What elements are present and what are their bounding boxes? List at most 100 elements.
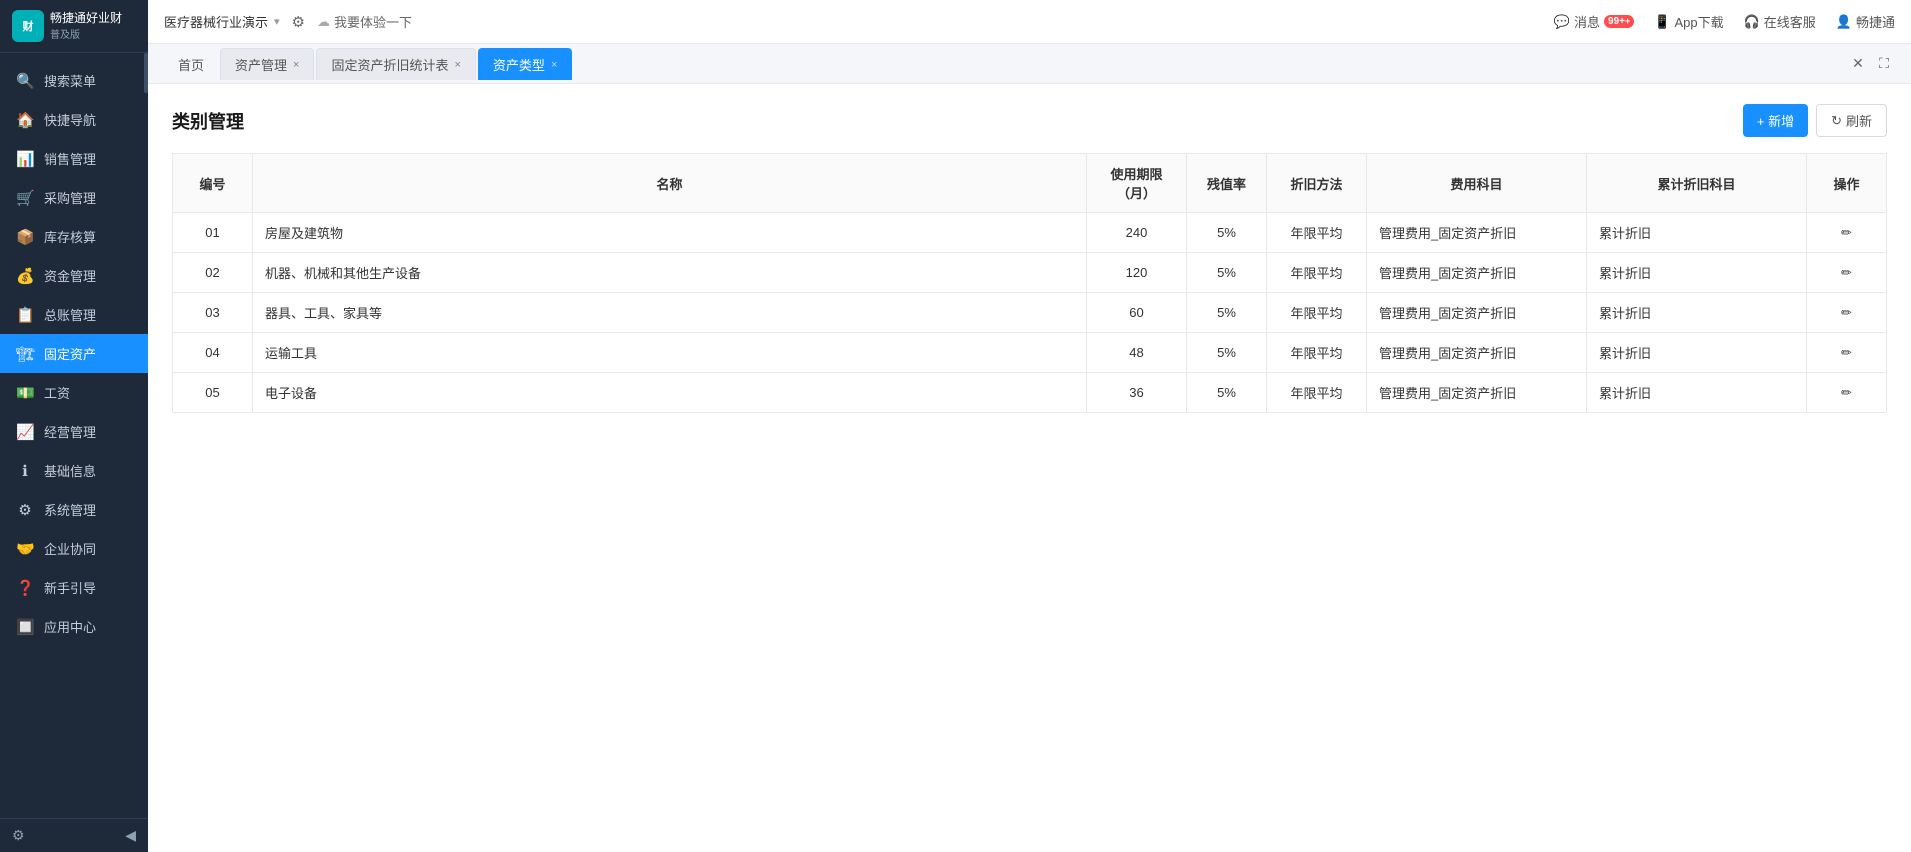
sidebar-item-label: 库存核算 (44, 227, 96, 246)
sidebar-item-label: 企业协同 (44, 539, 96, 558)
cell-operation[interactable]: ✏ (1807, 293, 1887, 333)
online-service-button[interactable]: 🎧 在线客服 (1744, 12, 1816, 31)
sidebar-item-purchase[interactable]: 🛒 采购管理 (0, 178, 148, 217)
sidebar-item-label: 总账管理 (44, 305, 96, 324)
tab-asset-management[interactable]: 资产管理 × (220, 48, 314, 80)
topbar-right-area: 💬 消息 99++ 📱 App下载 🎧 在线客服 👤 畅捷通 (1554, 12, 1895, 31)
tab-asset-type[interactable]: 资产类型 × (478, 48, 572, 80)
sidebar-item-system[interactable]: ⚙ 系统管理 (0, 490, 148, 529)
cell-operation[interactable]: ✏ (1807, 373, 1887, 413)
cell-operation[interactable]: ✏ (1807, 213, 1887, 253)
cell-name: 器具、工具、家具等 (253, 293, 1087, 333)
cell-fee: 管理费用_固定资产折旧 (1367, 213, 1587, 253)
sidebar-item-payroll[interactable]: 💵 工资 (0, 373, 148, 412)
cell-accum: 累计折旧 (1587, 333, 1807, 373)
user-menu[interactable]: 👤 畅捷通 (1836, 12, 1895, 31)
sidebar-item-ledger[interactable]: 📋 总账管理 (0, 295, 148, 334)
app-download-label: App下载 (1674, 12, 1723, 31)
cell-residual: 5% (1187, 213, 1267, 253)
basic-info-icon: ℹ (16, 462, 34, 480)
refresh-label: 刷新 (1846, 111, 1872, 130)
cell-residual: 5% (1187, 333, 1267, 373)
cell-no: 01 (173, 213, 253, 253)
fund-icon: 💰 (16, 267, 34, 285)
sidebar-item-sales[interactable]: 📊 销售管理 (0, 139, 148, 178)
enterprise-icon: 🤝 (16, 540, 34, 558)
cell-operation[interactable]: ✏ (1807, 253, 1887, 293)
cell-no: 03 (173, 293, 253, 333)
tab-asset-management-label: 资产管理 (235, 55, 287, 74)
sidebar-menu: 🔍 搜索菜单 🏠 快捷导航 📊 销售管理 🛒 采购管理 📦 库存核算 💰 资金管… (0, 57, 148, 818)
dropdown-icon: ▾ (274, 15, 280, 28)
th-fee: 费用科目 (1367, 154, 1587, 213)
app-logo: 财 畅捷通好业财 普及版 (0, 0, 148, 53)
new-button[interactable]: + 新增 (1743, 104, 1808, 137)
sidebar-item-label: 经营管理 (44, 422, 96, 441)
operations-icon: 📈 (16, 423, 34, 441)
tabbar: 首页 资产管理 × 固定资产折旧统计表 × 资产类型 × ✕ ⛶ (148, 44, 1911, 84)
messages-button[interactable]: 💬 消息 99++ (1554, 12, 1634, 31)
home-icon: 🏠 (16, 111, 34, 129)
sidebar-item-basic-info[interactable]: ℹ 基础信息 (0, 451, 148, 490)
settings-icon[interactable]: ⚙ (12, 827, 25, 844)
tab-asset-management-close[interactable]: × (293, 59, 299, 71)
headset-icon: 🎧 (1744, 14, 1760, 30)
tab-asset-type-close[interactable]: × (551, 59, 557, 71)
sidebar-item-enterprise[interactable]: 🤝 企业协同 (0, 529, 148, 568)
sidebar-item-quick-nav[interactable]: 🏠 快捷导航 (0, 100, 148, 139)
system-icon: ⚙ (16, 501, 34, 519)
collapse-sidebar-icon[interactable]: ◀ (125, 827, 136, 844)
tab-depreciation-report-close[interactable]: × (454, 59, 460, 71)
sidebar-item-inventory[interactable]: 📦 库存核算 (0, 217, 148, 256)
cell-operation[interactable]: ✏ (1807, 333, 1887, 373)
th-operation: 操作 (1807, 154, 1887, 213)
sidebar-item-operations[interactable]: 📈 经营管理 (0, 412, 148, 451)
sidebar-item-fund[interactable]: 💰 资金管理 (0, 256, 148, 295)
app-download-button[interactable]: 📱 App下载 (1654, 12, 1723, 31)
try-experience-button[interactable]: ☁ 我要体验一下 (317, 12, 412, 31)
logo-icon: 财 (12, 10, 44, 42)
table-header-row: 编号 名称 使用期限（月） 残值率 折旧方法 费用科目 累计折旧科目 操作 (173, 154, 1887, 213)
refresh-button[interactable]: ↻ 刷新 (1816, 104, 1887, 137)
sidebar-item-label: 固定资产 (44, 344, 96, 363)
sidebar-item-search[interactable]: 🔍 搜索菜单 (0, 61, 148, 100)
sidebar-item-fixed-asset[interactable]: 🏗 固定资产 (0, 334, 148, 373)
user-name: 畅捷通 (1856, 12, 1895, 31)
sidebar-item-label: 应用中心 (44, 617, 96, 636)
sidebar-item-label: 资金管理 (44, 266, 96, 285)
tab-home[interactable]: 首页 (164, 49, 218, 80)
page-actions: + 新增 ↻ 刷新 (1743, 104, 1887, 137)
cell-accum: 累计折旧 (1587, 253, 1807, 293)
cell-method: 年限平均 (1267, 293, 1367, 333)
sidebar-item-label: 快捷导航 (44, 110, 96, 129)
tab-depreciation-report[interactable]: 固定资产折旧统计表 × (316, 48, 475, 80)
cell-period: 240 (1087, 213, 1187, 253)
sidebar-item-label: 新手引导 (44, 578, 96, 597)
cell-no: 02 (173, 253, 253, 293)
page-header: 类别管理 + 新增 ↻ 刷新 (172, 104, 1887, 137)
cell-no: 04 (173, 333, 253, 373)
maximize-window-button[interactable]: ⛶ (1873, 53, 1895, 75)
sidebar-item-label: 基础信息 (44, 461, 96, 480)
main-area: 医疗器械行业演示 ▾ ⚙ ☁ 我要体验一下 💬 消息 99++ 📱 App下载 … (148, 0, 1911, 852)
table-row: 01 房屋及建筑物 240 5% 年限平均 管理费用_固定资产折旧 累计折旧 ✏ (173, 213, 1887, 253)
th-no: 编号 (173, 154, 253, 213)
ledger-icon: 📋 (16, 306, 34, 324)
category-table: 编号 名称 使用期限（月） 残值率 折旧方法 费用科目 累计折旧科目 操作 01… (172, 153, 1887, 413)
online-service-label: 在线客服 (1764, 12, 1816, 31)
sidebar-item-label: 工资 (44, 383, 70, 402)
user-avatar-icon: 👤 (1836, 14, 1852, 30)
close-window-button[interactable]: ✕ (1847, 53, 1869, 75)
company-selector[interactable]: 医疗器械行业演示 ▾ (164, 12, 280, 31)
sidebar-item-guide[interactable]: ❓ 新手引导 (0, 568, 148, 607)
app-edition: 普及版 (50, 26, 122, 41)
cell-accum: 累计折旧 (1587, 373, 1807, 413)
settings-gear-icon[interactable]: ⚙ (292, 13, 305, 31)
cell-name: 运输工具 (253, 333, 1087, 373)
inventory-icon: 📦 (16, 228, 34, 246)
tab-home-label: 首页 (178, 55, 204, 74)
sidebar-item-app-center[interactable]: 🔲 应用中心 (0, 607, 148, 646)
cell-accum: 累计折旧 (1587, 213, 1807, 253)
th-method: 折旧方法 (1267, 154, 1367, 213)
table-row: 03 器具、工具、家具等 60 5% 年限平均 管理费用_固定资产折旧 累计折旧… (173, 293, 1887, 333)
